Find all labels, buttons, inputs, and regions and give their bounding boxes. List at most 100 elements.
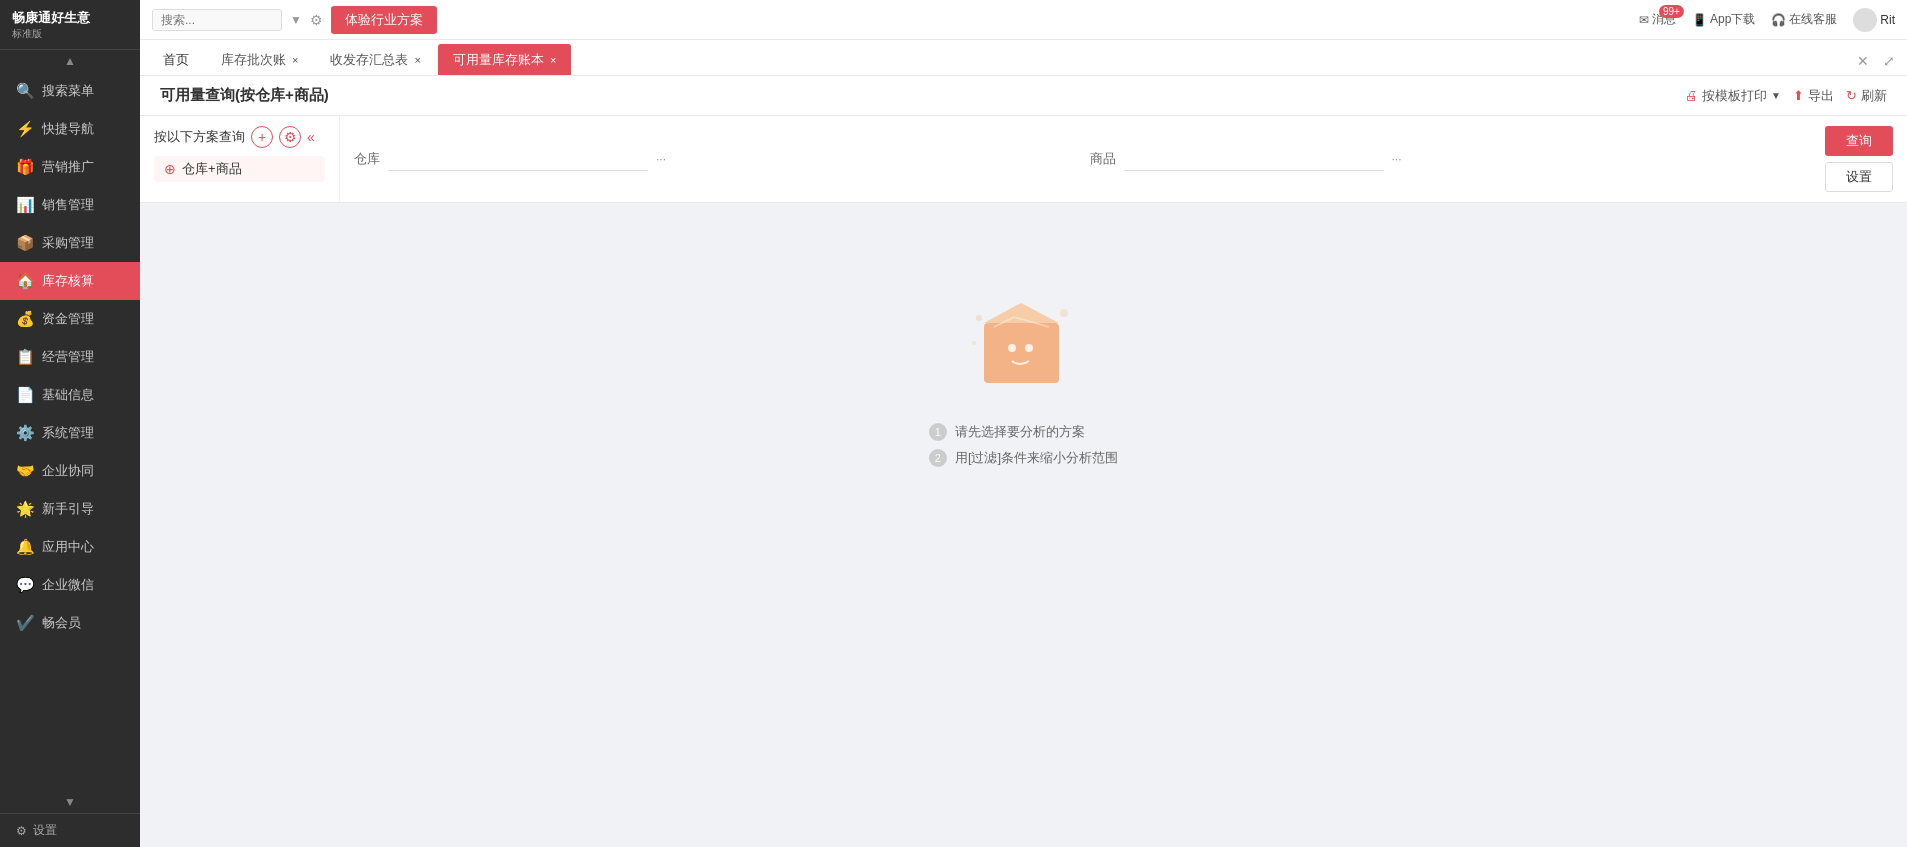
tab-available-ledger-label: 可用量库存账本: [453, 51, 544, 69]
gear-icon[interactable]: ⚙: [310, 12, 323, 28]
query-button[interactable]: 查询: [1825, 126, 1893, 156]
export-label: 导出: [1808, 87, 1834, 105]
sidebar-item-basic[interactable]: 📄 基础信息: [0, 376, 140, 414]
sidebar-item-wechat[interactable]: 💬 企业微信: [0, 566, 140, 604]
main-content: ▼ ⚙ 体验行业方案 ✉ 消息 99+ 📱 App下载 🎧 在线客服 Rit: [140, 0, 1907, 847]
empty-hint-1: 1 请先选择要分析的方案: [929, 423, 1118, 441]
tab-receive-summary[interactable]: 收发存汇总表 ×: [315, 44, 435, 75]
message-button[interactable]: ✉ 消息 99+: [1639, 11, 1676, 28]
print-icon: 🖨: [1685, 88, 1698, 103]
operation-icon: 📋: [16, 348, 34, 366]
filter-settings-icon: ⚙: [284, 129, 297, 145]
filter-scheme-column: 按以下方案查询 + ⚙ « ⊕ 仓库+商品: [140, 116, 340, 202]
sidebar-item-search[interactable]: 🔍 搜索菜单: [0, 72, 140, 110]
topbar-search-input[interactable]: [152, 9, 282, 31]
sidebar-item-shortcut[interactable]: ⚡ 快捷导航: [0, 110, 140, 148]
sidebar-item-label: 基础信息: [42, 386, 94, 404]
sidebar-item-member[interactable]: ✔️ 畅会员: [0, 604, 140, 642]
sidebar-item-inventory[interactable]: 🏠 库存核算: [0, 262, 140, 300]
tab-home-label: 首页: [163, 51, 189, 69]
tab-receive-summary-close[interactable]: ×: [414, 55, 420, 66]
svg-point-6: [976, 315, 982, 321]
empty-illustration: [964, 283, 1084, 403]
filter-collapse-button[interactable]: «: [307, 129, 315, 145]
tab-batch-account-close[interactable]: ×: [292, 55, 298, 66]
tabs-bar: 首页 库存批次账 × 收发存汇总表 × 可用量库存账本 × ✕ ⤢: [140, 40, 1907, 76]
tab-close-all-icon[interactable]: ✕: [1853, 51, 1873, 71]
sidebar-item-newbie[interactable]: 🌟 新手引导: [0, 490, 140, 528]
coop-icon: 🤝: [16, 462, 34, 480]
sidebar-item-label: 系统管理: [42, 424, 94, 442]
filter-scheme-item-warehouse-product[interactable]: ⊕ 仓库+商品: [154, 156, 325, 182]
logo-subtitle: 标准版: [12, 27, 128, 41]
sidebar-item-marketing[interactable]: 🎁 营销推广: [0, 148, 140, 186]
sidebar-scroll-up[interactable]: ▲: [0, 50, 140, 72]
content-area: 可用量查询(按仓库+商品) 🖨 按模板打印 ▼ ⬆ 导出 ↻ 刷新: [140, 76, 1907, 847]
svg-point-7: [1060, 309, 1068, 317]
sidebar-item-label: 新手引导: [42, 500, 94, 518]
empty-svg-illustration: [964, 283, 1084, 403]
print-button[interactable]: 🖨 按模板打印 ▼: [1685, 87, 1781, 105]
tabs-bar-right: ✕ ⤢: [1853, 51, 1899, 75]
sidebar-item-coop[interactable]: 🤝 企业协同: [0, 452, 140, 490]
topbar-right: ✉ 消息 99+ 📱 App下载 🎧 在线客服 Rit: [1639, 8, 1895, 32]
hint-2-text: 用[过滤]条件来缩小分析范围: [955, 449, 1118, 467]
newbie-icon: 🌟: [16, 500, 34, 518]
app-download-label: App下载: [1710, 11, 1755, 28]
tab-home[interactable]: 首页: [148, 44, 204, 75]
sidebar-item-label: 应用中心: [42, 538, 94, 556]
sidebar-bottom[interactable]: ⚙ 设置: [0, 813, 140, 847]
user-menu[interactable]: Rit: [1853, 8, 1895, 32]
sidebar-item-system[interactable]: ⚙️ 系统管理: [0, 414, 140, 452]
phone-icon: 📱: [1692, 13, 1707, 27]
member-icon: ✔️: [16, 614, 34, 632]
sidebar-item-label: 库存核算: [42, 272, 94, 290]
tab-batch-account-label: 库存批次账: [221, 51, 286, 69]
message-icon: ✉: [1639, 13, 1649, 27]
tab-resize-icon[interactable]: ⤢: [1879, 51, 1899, 71]
online-service-button[interactable]: 🎧 在线客服: [1771, 11, 1837, 28]
warehouse-input[interactable]: [388, 147, 648, 171]
settings-label: 设置: [33, 822, 57, 839]
filter-col-product: 商品 ···: [1090, 147, 1796, 171]
app-download-button[interactable]: 📱 App下载: [1692, 11, 1755, 28]
sidebar-item-label: 采购管理: [42, 234, 94, 252]
svg-marker-1: [984, 303, 1059, 323]
product-more-button[interactable]: ···: [1392, 152, 1402, 166]
print-chevron-icon: ▼: [1771, 90, 1781, 101]
tab-batch-account[interactable]: 库存批次账 ×: [206, 44, 313, 75]
filter-col-warehouse: 仓库 ···: [354, 147, 1060, 171]
settings-button[interactable]: 设置: [1825, 162, 1893, 192]
warehouse-field-label: 仓库: [354, 150, 380, 168]
tab-available-ledger[interactable]: 可用量库存账本 ×: [438, 44, 571, 75]
tab-available-ledger-close[interactable]: ×: [550, 55, 556, 66]
svg-point-3: [1025, 344, 1033, 352]
sidebar-item-sales[interactable]: 📊 销售管理: [0, 186, 140, 224]
sidebar-scroll-down[interactable]: ▼: [0, 791, 140, 813]
export-button[interactable]: ⬆ 导出: [1793, 87, 1834, 105]
hint-1-text: 请先选择要分析的方案: [955, 423, 1085, 441]
warehouse-more-button[interactable]: ···: [656, 152, 666, 166]
product-input[interactable]: [1124, 147, 1384, 171]
sidebar-item-operation[interactable]: 📋 经营管理: [0, 338, 140, 376]
refresh-button[interactable]: ↻ 刷新: [1846, 87, 1887, 105]
sidebar-item-label: 经营管理: [42, 348, 94, 366]
empty-hints: 1 请先选择要分析的方案 2 用[过滤]条件来缩小分析范围: [929, 423, 1118, 467]
sidebar: 畅康通好生意 标准版 ▲ 🔍 搜索菜单 ⚡ 快捷导航 🎁 营销推广 📊 销售管理…: [0, 0, 140, 847]
scheme-label: 仓库+商品: [182, 160, 242, 178]
filter-settings-icon-button[interactable]: ⚙: [279, 126, 301, 148]
sidebar-logo: 畅康通好生意 标准版: [0, 0, 140, 50]
inventory-icon: 🏠: [16, 272, 34, 290]
message-badge: 99+: [1659, 5, 1684, 18]
sales-icon: 📊: [16, 196, 34, 214]
print-label: 按模板打印: [1702, 87, 1767, 105]
sidebar-item-finance[interactable]: 💰 资金管理: [0, 300, 140, 338]
sidebar-item-label: 搜索菜单: [42, 82, 94, 100]
sidebar-item-purchase[interactable]: 📦 采购管理: [0, 224, 140, 262]
avatar: [1853, 8, 1877, 32]
svg-point-8: [972, 341, 976, 345]
chevron-down-icon[interactable]: ▼: [290, 13, 302, 27]
sidebar-item-apps[interactable]: 🔔 应用中心: [0, 528, 140, 566]
trial-button[interactable]: 体验行业方案: [331, 6, 437, 34]
filter-add-button[interactable]: +: [251, 126, 273, 148]
